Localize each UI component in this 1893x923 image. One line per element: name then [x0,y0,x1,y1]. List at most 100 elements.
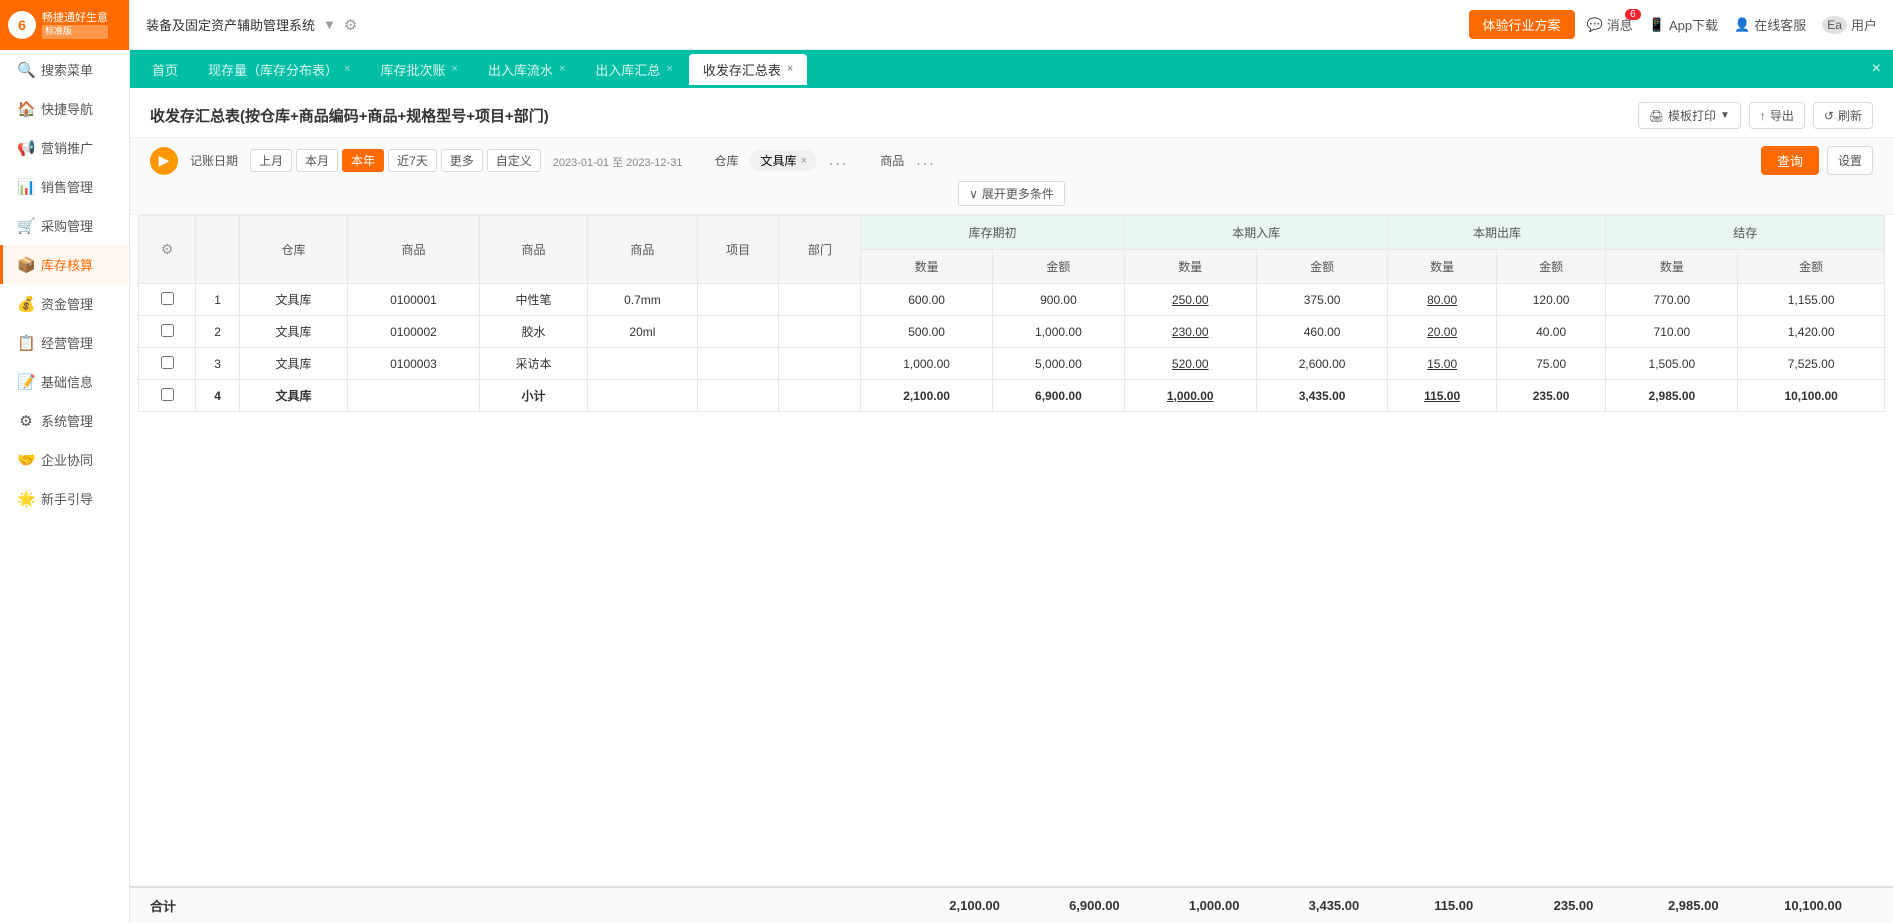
expand-more-button[interactable]: ∨ 展开更多条件 [958,181,1065,206]
in-qty-link-2[interactable]: 520.00 [1172,357,1209,371]
content-header: 收发存汇总表(按仓库+商品编码+商品+规格型号+项目+部门) 🖨 模板打印 ▼ … [130,88,1893,138]
tab-inout-flow-label: 出入库流水 [488,60,553,79]
tab-inventory-dist-close[interactable]: × [344,63,350,75]
export-button[interactable]: ↑ 导出 [1749,102,1805,129]
cell-open-qty-0: 600.00 [861,284,993,316]
tab-batch-label: 库存批次账 [380,60,445,79]
total-values: 2,100.00 6,900.00 1,000.00 3,435.00 115.… [196,898,1873,913]
date-btn-7days[interactable]: 近7天 [388,149,437,172]
tab-bar-close[interactable]: × [1868,56,1885,82]
tab-recv-send-close[interactable]: × [787,63,793,75]
sidebar-item-operations[interactable]: 📋经营管理 [0,323,129,362]
sidebar-item-sales[interactable]: 📊销售管理 [0,167,129,206]
sidebar-item-finance[interactable]: 💰资金管理 [0,284,129,323]
cell-bal-amt-0: 1,155.00 [1738,284,1885,316]
sidebar-item-purchase[interactable]: 🛒采购管理 [0,206,129,245]
cell-warehouse-3: 文具库 [239,380,347,412]
cell-checkbox-3[interactable] [139,380,196,412]
sidebar-item-label-enterprise: 企业协同 [41,450,93,469]
date-btn-this-month[interactable]: 本月 [296,149,338,172]
out-qty-link-1[interactable]: 20.00 [1427,325,1457,339]
cell-checkbox-1[interactable] [139,316,196,348]
cell-out-amt-1: 40.00 [1496,316,1606,348]
date-btn-last-month[interactable]: 上月 [250,149,292,172]
refresh-button[interactable]: ↺ 刷新 [1813,102,1873,129]
out-qty-link-2[interactable]: 15.00 [1427,357,1457,371]
date-range-text: 2023-01-01 至 2023-12-31 [553,154,683,170]
cell-dept-2 [779,348,861,380]
cell-out-amt-2: 75.00 [1496,348,1606,380]
search-icon: 🔍 [17,61,35,79]
sidebar-item-system[interactable]: ⚙系统管理 [0,401,129,440]
tab-inout-summary[interactable]: 出入库汇总 × [581,54,686,85]
trial-button[interactable]: 体验行业方案 [1469,10,1575,39]
sidebar-item-label-search: 搜索菜单 [41,60,93,79]
sidebar-item-search[interactable]: 🔍 搜索菜单 [0,50,129,89]
cell-out-qty-1: 20.00 [1388,316,1496,348]
online-service-action[interactable]: 👤 在线客服 [1734,15,1806,34]
table-settings-icon[interactable]: ⚙ [161,241,174,257]
th-warehouse: 仓库 [239,216,347,284]
user-avatar: Ea [1822,16,1847,34]
th-settings[interactable]: ⚙ [139,216,196,284]
tab-recv-send-summary[interactable]: 收发存汇总表 × [689,54,807,85]
filter-toggle[interactable]: ▶ [150,147,178,175]
in-qty-link-0[interactable]: 250.00 [1172,293,1209,307]
th-open-stock: 库存期初 [861,216,1125,250]
sidebar-item-label-purchase: 采购管理 [41,216,93,235]
cell-checkbox-0[interactable] [139,284,196,316]
cell-checkbox-2[interactable] [139,348,196,380]
date-btn-this-year[interactable]: 本年 [342,149,384,172]
th-out-qty: 数量 [1388,250,1496,284]
cell-code-2: 0100003 [348,348,480,380]
app-download-action[interactable]: 📱 App下载 [1649,15,1718,34]
tab-inout-flow-close[interactable]: × [559,63,565,75]
warehouse-filter-dots[interactable]: ... [829,152,848,170]
warehouse-tag-close[interactable]: × [800,155,806,167]
cell-spec-2 [588,348,698,380]
user-action[interactable]: Ea 用户 [1822,15,1877,34]
goods-filter-dots[interactable]: ... [916,152,935,170]
th-bal-qty: 数量 [1606,250,1738,284]
sidebar-item-quick-nav[interactable]: 🏠快捷导航 [0,89,129,128]
cell-name-2: 采访本 [479,348,587,380]
in-qty-link-1[interactable]: 230.00 [1172,325,1209,339]
system-name-text: 装备及固定资产辅助管理系统 [146,15,315,34]
cell-open-amt-2: 5,000.00 [993,348,1125,380]
settings-icon[interactable]: ⚙ [344,16,357,34]
tab-inout-flow[interactable]: 出入库流水 × [474,54,579,85]
tab-inventory-dist[interactable]: 现存量（库存分布表） × [194,54,364,85]
tab-batch[interactable]: 库存批次账 × [366,54,471,85]
cell-bal-qty-3: 2,985.00 [1606,380,1738,412]
out-qty-link-0[interactable]: 80.00 [1427,293,1457,307]
settings-button[interactable]: 设置 [1827,146,1873,175]
print-button[interactable]: 🖨 模板打印 ▼ [1638,102,1741,129]
cell-spec-0: 0.7mm [588,284,698,316]
sidebar-item-inventory[interactable]: 📦库存核算 [0,245,129,284]
cell-warehouse-0: 文具库 [239,284,347,316]
sidebar-item-enterprise[interactable]: 🤝企业协同 [0,440,129,479]
sidebar: 6 畅捷通好生意 标准版 🔍 搜索菜单 🏠快捷导航📢营销推广📊销售管理🛒采购管理📦库… [0,0,130,923]
query-button[interactable]: 查询 [1761,146,1819,175]
sidebar-item-guide[interactable]: 🌟新手引导 [0,479,129,518]
system-dropdown-icon[interactable]: ▼ [323,17,336,32]
th-out-amt: 金额 [1496,250,1606,284]
sidebar-item-basic[interactable]: 📝基础信息 [0,362,129,401]
date-btn-more[interactable]: 更多 [441,149,483,172]
total-bal-qty: 2,985.00 [1633,898,1753,913]
date-btn-custom[interactable]: 自定义 [487,149,541,172]
message-action[interactable]: 💬 消息 6 [1587,15,1633,34]
th-open-amt: 金额 [993,250,1125,284]
in-qty-link-3[interactable]: 1,000.00 [1167,389,1214,403]
tab-batch-close[interactable]: × [451,63,457,75]
out-qty-link-3[interactable]: 115.00 [1424,389,1460,403]
cell-name-0: 中性笔 [479,284,587,316]
main-area: 装备及固定资产辅助管理系统 ▼ ⚙ 体验行业方案 💬 消息 6 📱 App下载 … [130,0,1893,923]
tab-inout-summary-close[interactable]: × [666,63,672,75]
cell-no-1: 2 [196,316,239,348]
tab-home[interactable]: 首页 [138,54,192,85]
system-icon: ⚙ [17,412,35,430]
sidebar-item-marketing[interactable]: 📢营销推广 [0,128,129,167]
basic-icon: 📝 [17,373,35,391]
sidebar-logo: 6 畅捷通好生意 标准版 [0,0,129,50]
